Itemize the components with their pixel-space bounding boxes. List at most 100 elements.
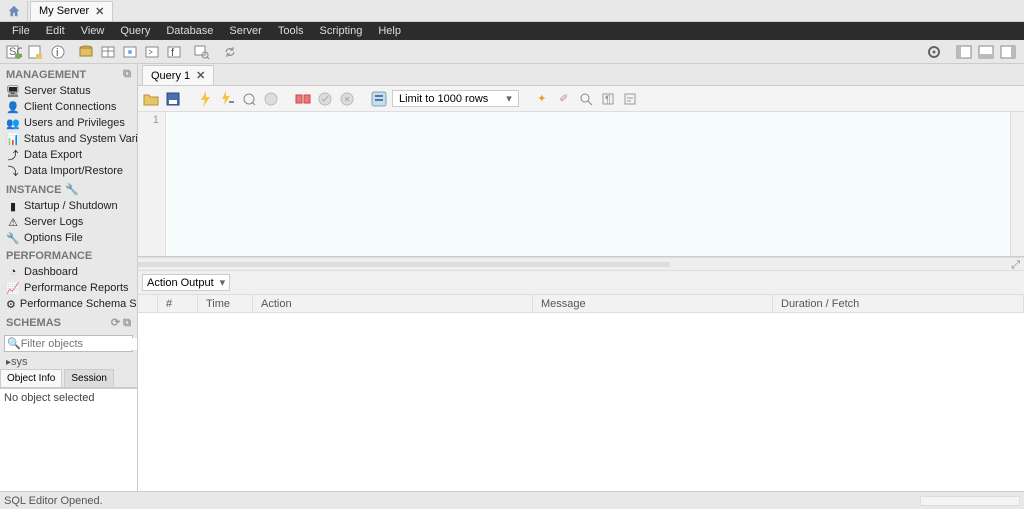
col-action[interactable]: Action — [253, 295, 533, 312]
sidebar-item-data-export[interactable]: ⤴Data Export — [0, 147, 137, 163]
inspector-button[interactable]: i — [48, 43, 68, 61]
col-duration[interactable]: Duration / Fetch — [773, 295, 1024, 312]
query-tab[interactable]: Query 1 ✕ — [142, 65, 214, 85]
object-info-panel: No object selected — [0, 388, 137, 491]
panel-bottom-icon — [978, 45, 994, 59]
logs-icon: ⚠ — [6, 215, 20, 229]
function-icon: f — [166, 44, 182, 60]
menu-file[interactable]: File — [4, 25, 38, 37]
create-view-button[interactable] — [120, 43, 140, 61]
new-sql-tab-button[interactable]: SQL — [4, 43, 24, 61]
toggle-invisible-button[interactable]: ¶ — [599, 90, 617, 108]
beautify2-button[interactable]: ✐ — [555, 90, 573, 108]
panel-left-button[interactable] — [954, 43, 974, 61]
find-button[interactable] — [577, 90, 595, 108]
execute-current-button[interactable] — [218, 90, 236, 108]
menu-edit[interactable]: Edit — [38, 25, 73, 37]
menu-database[interactable]: Database — [158, 25, 221, 37]
save-script-button[interactable] — [164, 90, 182, 108]
commit-button[interactable] — [316, 90, 334, 108]
procedure-icon — [144, 44, 160, 60]
create-function-button[interactable]: f — [164, 43, 184, 61]
connection-tab-bar: My Server ✕ — [0, 0, 1024, 22]
sidebar-item-perf-reports[interactable]: 📈Performance Reports — [0, 280, 137, 296]
export-icon: ⤴ — [6, 148, 20, 162]
panel-right-button[interactable] — [998, 43, 1018, 61]
management-title: MANAGEMENT — [6, 69, 86, 81]
panel-bottom-button[interactable] — [976, 43, 996, 61]
toggle-limit-button[interactable] — [370, 90, 388, 108]
progress-bar — [920, 496, 1020, 506]
settings-button[interactable] — [924, 43, 944, 61]
connection-tab[interactable]: My Server ✕ — [30, 1, 113, 21]
editor-code-area[interactable] — [166, 112, 1024, 256]
autocommit-icon — [295, 92, 311, 106]
search-table-button[interactable] — [192, 43, 212, 61]
close-icon[interactable]: ✕ — [95, 5, 104, 18]
schema-tree-item[interactable]: ▸ sys — [0, 355, 137, 369]
rollback-button[interactable] — [338, 90, 356, 108]
navigator-sidebar: MANAGEMENT ⧉ 🖥Server Status 👤Client Conn… — [0, 64, 138, 491]
menu-server[interactable]: Server — [221, 25, 269, 37]
reconnect-button[interactable] — [220, 43, 240, 61]
sidebar-item-status-variables[interactable]: 📊Status and System Variables — [0, 131, 137, 147]
col-message[interactable]: Message — [533, 295, 773, 312]
row-limit-select[interactable]: Limit to 1000 rows ▾ — [392, 90, 519, 107]
menu-view[interactable]: View — [73, 25, 113, 37]
save-icon — [166, 92, 180, 106]
sidebar-item-dashboard[interactable]: ◔Dashboard — [0, 264, 137, 280]
sidebar-item-startup[interactable]: ▮Startup / Shutdown — [0, 198, 137, 214]
toggle-autocommit-button[interactable] — [294, 90, 312, 108]
tab-session[interactable]: Session — [64, 369, 114, 387]
sidebar-item-data-import[interactable]: ⤵Data Import/Restore — [0, 163, 137, 179]
open-sql-button[interactable] — [26, 43, 46, 61]
home-tab[interactable] — [0, 1, 28, 21]
col-time[interactable]: Time — [198, 295, 253, 312]
query-tab-bar: Query 1 ✕ — [138, 64, 1024, 86]
explain-button[interactable] — [240, 90, 258, 108]
wrap-button[interactable] — [621, 90, 639, 108]
create-schema-button[interactable] — [76, 43, 96, 61]
execute-button[interactable] — [196, 90, 214, 108]
collapse-icon[interactable]: ⧉ — [123, 68, 131, 81]
schema-label: sys — [11, 356, 28, 368]
sidebar-item-server-status[interactable]: 🖥Server Status — [0, 83, 137, 99]
close-icon[interactable]: ✕ — [196, 69, 205, 82]
refresh-schemas-icon[interactable]: ⟳ ⧉ — [111, 316, 131, 330]
lightning-cursor-icon — [219, 91, 235, 107]
output-type-select[interactable]: Action Output ▾ — [142, 274, 230, 291]
menu-query[interactable]: Query — [112, 25, 158, 37]
expand-icon[interactable]: ⤢ — [1011, 259, 1020, 272]
sidebar-item-options-file[interactable]: 🔧Options File — [0, 230, 137, 246]
star-icon: ✦ — [537, 92, 546, 105]
menu-help[interactable]: Help — [370, 25, 409, 37]
vertical-scrollbar[interactable] — [1010, 112, 1024, 256]
startup-icon: ▮ — [6, 199, 20, 213]
panel-left-icon — [956, 45, 972, 59]
sidebar-item-client-connections[interactable]: 👤Client Connections — [0, 99, 137, 115]
open-script-button[interactable] — [142, 90, 160, 108]
schema-filter-input[interactable] — [21, 338, 138, 350]
sql-editor[interactable]: 1 — [138, 112, 1024, 257]
create-procedure-button[interactable] — [142, 43, 162, 61]
output-grid-body — [138, 313, 1024, 491]
work-area: Query 1 ✕ Limit to 1000 rows ▾ ✦ ✐ — [138, 64, 1024, 491]
brush-icon: ✐ — [559, 92, 568, 105]
col-index[interactable]: # — [158, 295, 198, 312]
folder-open-icon — [143, 92, 159, 106]
sidebar-item-label: Status and System Variables — [24, 133, 138, 145]
search-icon: 🔍 — [7, 337, 21, 350]
horizontal-splitter[interactable]: ⤢ — [138, 257, 1024, 271]
stop-button[interactable] — [262, 90, 280, 108]
sidebar-item-users[interactable]: 👥Users and Privileges — [0, 115, 137, 131]
menu-scripting[interactable]: Scripting — [312, 25, 371, 37]
beautify-button[interactable]: ✦ — [533, 90, 551, 108]
sidebar-item-perf-schema[interactable]: ⚙Performance Schema Setup — [0, 296, 137, 312]
sidebar-item-server-logs[interactable]: ⚠Server Logs — [0, 214, 137, 230]
create-table-button[interactable] — [98, 43, 118, 61]
schema-filter: 🔍 — [4, 335, 133, 352]
wrap-icon — [623, 92, 637, 106]
tab-object-info[interactable]: Object Info — [0, 369, 62, 387]
menu-tools[interactable]: Tools — [270, 25, 312, 37]
status-message: SQL Editor Opened. — [4, 495, 103, 507]
